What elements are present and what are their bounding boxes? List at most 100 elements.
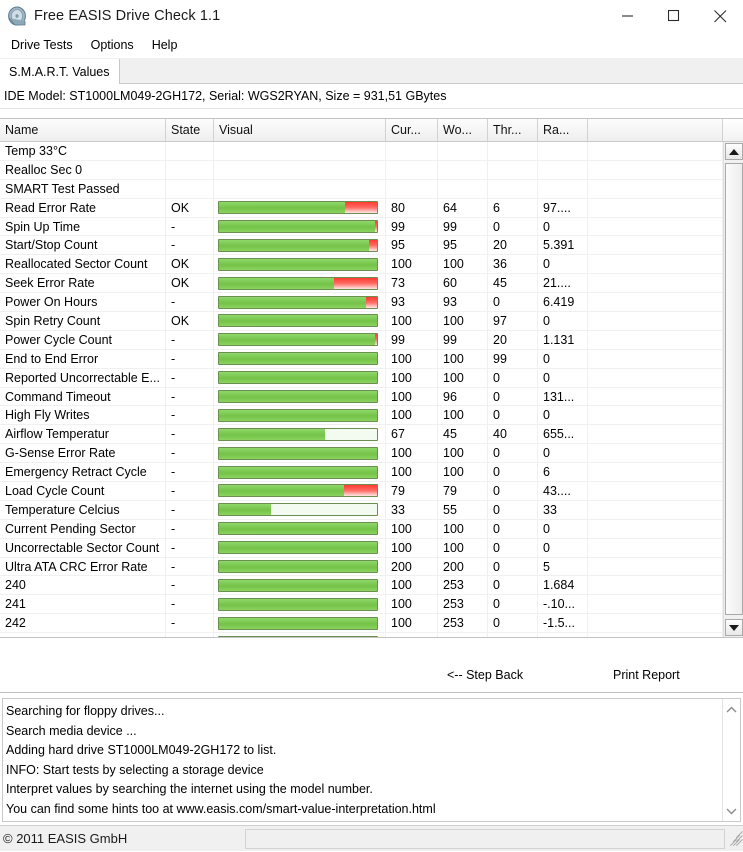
cell-raw: 0 (538, 312, 588, 330)
health-bar (218, 239, 378, 252)
cell-filler (588, 501, 723, 519)
close-icon[interactable] (697, 0, 743, 32)
cell-attribute-name: Current Pending Sector (0, 520, 166, 538)
table-row[interactable]: Load Cycle Count-7979043.... (0, 482, 743, 501)
cell-worst: 100 (438, 255, 488, 273)
table-row[interactable]: Realloc Sec 0 (0, 161, 743, 180)
table-row[interactable]: 242-1002530-1.5... (0, 614, 743, 633)
cell-current: 100 (386, 255, 438, 273)
column-header-state[interactable]: State (166, 119, 214, 141)
cell-threshold: 0 (488, 444, 538, 462)
cell-worst (438, 161, 488, 179)
table-row[interactable]: Current Pending Sector-10010000 (0, 520, 743, 539)
table-row[interactable]: Power Cycle Count-9999201.131 (0, 331, 743, 350)
scrollbar-thumb[interactable] (725, 163, 743, 615)
table-row[interactable]: Spin Retry CountOK100100970 (0, 312, 743, 331)
cell-raw: 6.419 (538, 293, 588, 311)
cell-worst: 200 (438, 558, 488, 576)
cell-worst: 99 (438, 331, 488, 349)
log-scrollbar[interactable] (722, 699, 740, 821)
table-row[interactable]: Temp 33°C (0, 142, 743, 161)
table-row[interactable]: Reallocated Sector CountOK100100360 (0, 255, 743, 274)
table-row[interactable]: G-Sense Error Rate-10010000 (0, 444, 743, 463)
cell-raw: 97.... (538, 199, 588, 217)
column-header-raw[interactable]: Ra... (538, 119, 588, 141)
health-bar-fill (219, 297, 366, 308)
cell-filler (588, 274, 723, 292)
minimize-icon[interactable] (605, 0, 651, 32)
cell-raw: 0 (538, 520, 588, 538)
health-bar-fill (219, 561, 377, 572)
cell-visual (214, 576, 386, 594)
cell-visual (214, 369, 386, 387)
menu-help[interactable]: Help (143, 35, 187, 55)
cell-state (166, 161, 214, 179)
menu-bar: Drive Tests Options Help (0, 32, 743, 58)
table-row[interactable]: Temperature Celcius-3355033 (0, 501, 743, 520)
cell-state: - (166, 218, 214, 236)
cell-worst: 100 (438, 369, 488, 387)
cell-state: - (166, 614, 214, 632)
status-message (245, 829, 725, 849)
column-header-threshold[interactable]: Thr... (488, 119, 538, 141)
smart-values-table: Name State Visual Cur... Wo... Thr... Ra… (0, 118, 743, 638)
health-bar (218, 277, 378, 290)
cell-attribute-name: 242 (0, 614, 166, 632)
cell-worst: 60 (438, 274, 488, 292)
table-row[interactable]: Reported Uncorrectable E...-10010000 (0, 369, 743, 388)
table-row[interactable] (0, 633, 743, 637)
cell-worst: 253 (438, 576, 488, 594)
scroll-down-arrow[interactable] (725, 619, 743, 636)
cell-visual (214, 520, 386, 538)
table-row[interactable]: End to End Error-100100990 (0, 350, 743, 369)
step-back-button[interactable]: <-- Step Back (447, 668, 523, 682)
tab-smart-values[interactable]: S.M.A.R.T. Values (0, 59, 120, 84)
log-scroll-up-icon[interactable] (723, 701, 740, 718)
table-row[interactable]: 241-1002530-.10... (0, 595, 743, 614)
table-row[interactable]: Read Error RateOK8064697.... (0, 199, 743, 218)
log-text: Searching for floppy drives...Search med… (3, 700, 721, 821)
cell-threshold: 0 (488, 595, 538, 613)
table-row[interactable]: Ultra ATA CRC Error Rate-20020005 (0, 558, 743, 577)
cell-threshold: 97 (488, 312, 538, 330)
table-row[interactable]: 240-10025301.684 (0, 576, 743, 595)
cell-worst: 100 (438, 463, 488, 481)
print-report-button[interactable]: Print Report (613, 668, 680, 682)
column-header-name[interactable]: Name (0, 119, 166, 141)
table-row[interactable]: Airflow Temperatur-674540655... (0, 425, 743, 444)
action-bar: <-- Step Back Print Report (0, 655, 743, 695)
column-header-worst[interactable]: Wo... (438, 119, 488, 141)
table-row[interactable]: High Fly Writes-10010000 (0, 406, 743, 425)
log-line: You can find some hints too at www.easis… (6, 800, 721, 820)
table-row[interactable]: Command Timeout-100960131... (0, 388, 743, 407)
health-bar-warning (375, 221, 377, 232)
table-header-row: Name State Visual Cur... Wo... Thr... Ra… (0, 119, 743, 142)
column-header-current[interactable]: Cur... (386, 119, 438, 141)
log-scroll-down-icon[interactable] (723, 802, 740, 819)
menu-drive-tests[interactable]: Drive Tests (2, 35, 82, 55)
cell-threshold: 20 (488, 236, 538, 254)
column-header-visual[interactable]: Visual (214, 119, 386, 141)
table-row[interactable]: Emergency Retract Cycle-10010006 (0, 463, 743, 482)
table-row[interactable]: Power On Hours-939306.419 (0, 293, 743, 312)
health-bar (218, 220, 378, 233)
log-line: Searching for floppy drives... (6, 702, 721, 722)
health-bar-warning (345, 202, 377, 213)
cell-threshold: 0 (488, 576, 538, 594)
table-row[interactable]: Start/Stop Count-9595205.391 (0, 236, 743, 255)
health-bar-fill (219, 429, 325, 440)
health-bar (218, 617, 378, 630)
menu-options[interactable]: Options (82, 35, 143, 55)
resize-grip-icon[interactable] (727, 832, 741, 846)
cell-threshold: 0 (488, 539, 538, 557)
table-row[interactable]: Seek Error RateOK73604521.... (0, 274, 743, 293)
maximize-icon[interactable] (651, 0, 697, 32)
table-vertical-scrollbar[interactable] (723, 142, 743, 637)
health-bar-fill (219, 410, 377, 421)
table-row[interactable]: Uncorrectable Sector Count-10010000 (0, 539, 743, 558)
scroll-up-arrow[interactable] (725, 143, 743, 160)
health-bar-fill (219, 448, 377, 459)
table-row[interactable]: SMART Test Passed (0, 180, 743, 199)
table-row[interactable]: Spin Up Time-999900 (0, 218, 743, 237)
cell-attribute-name: Read Error Rate (0, 199, 166, 217)
